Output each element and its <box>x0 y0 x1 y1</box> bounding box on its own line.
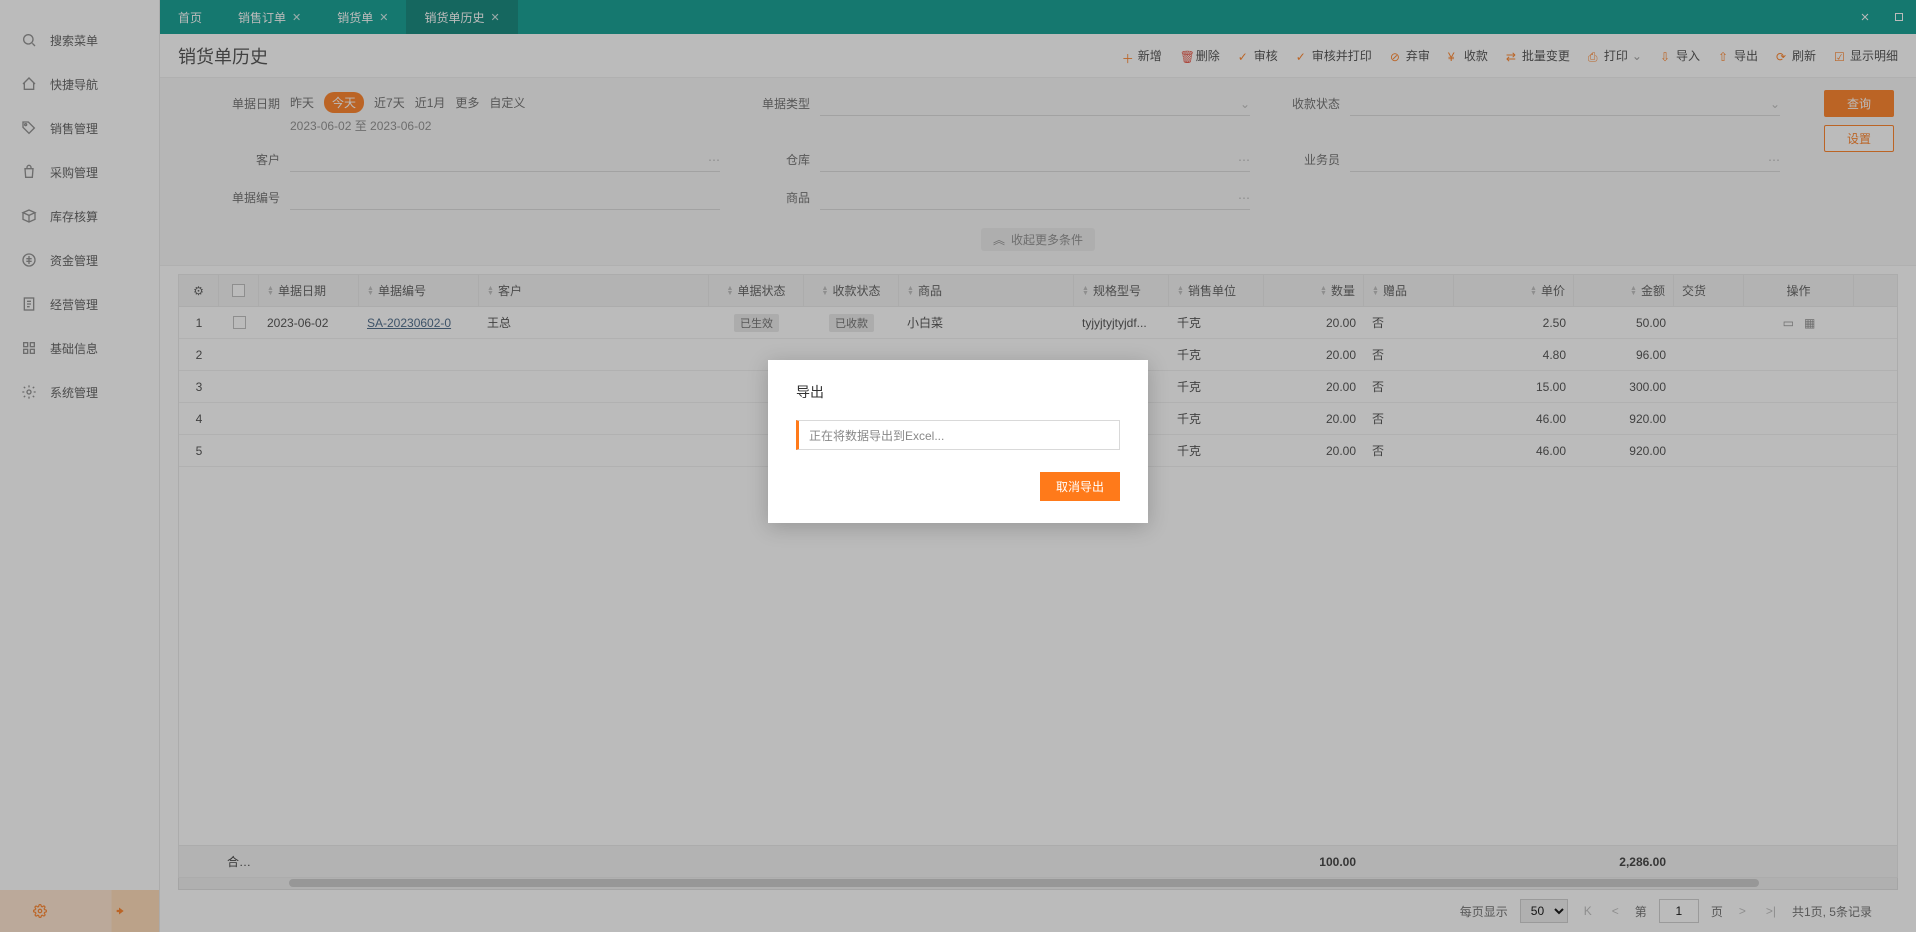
cancel-export-button[interactable]: 取消导出 <box>1040 472 1120 501</box>
modal-mask: 导出 正在将数据导出到Excel... 取消导出 <box>0 0 1916 932</box>
export-modal: 导出 正在将数据导出到Excel... 取消导出 <box>768 360 1148 523</box>
modal-title: 导出 <box>796 382 1120 402</box>
export-status-box: 正在将数据导出到Excel... <box>796 420 1120 450</box>
export-status-text: 正在将数据导出到Excel... <box>809 427 944 444</box>
